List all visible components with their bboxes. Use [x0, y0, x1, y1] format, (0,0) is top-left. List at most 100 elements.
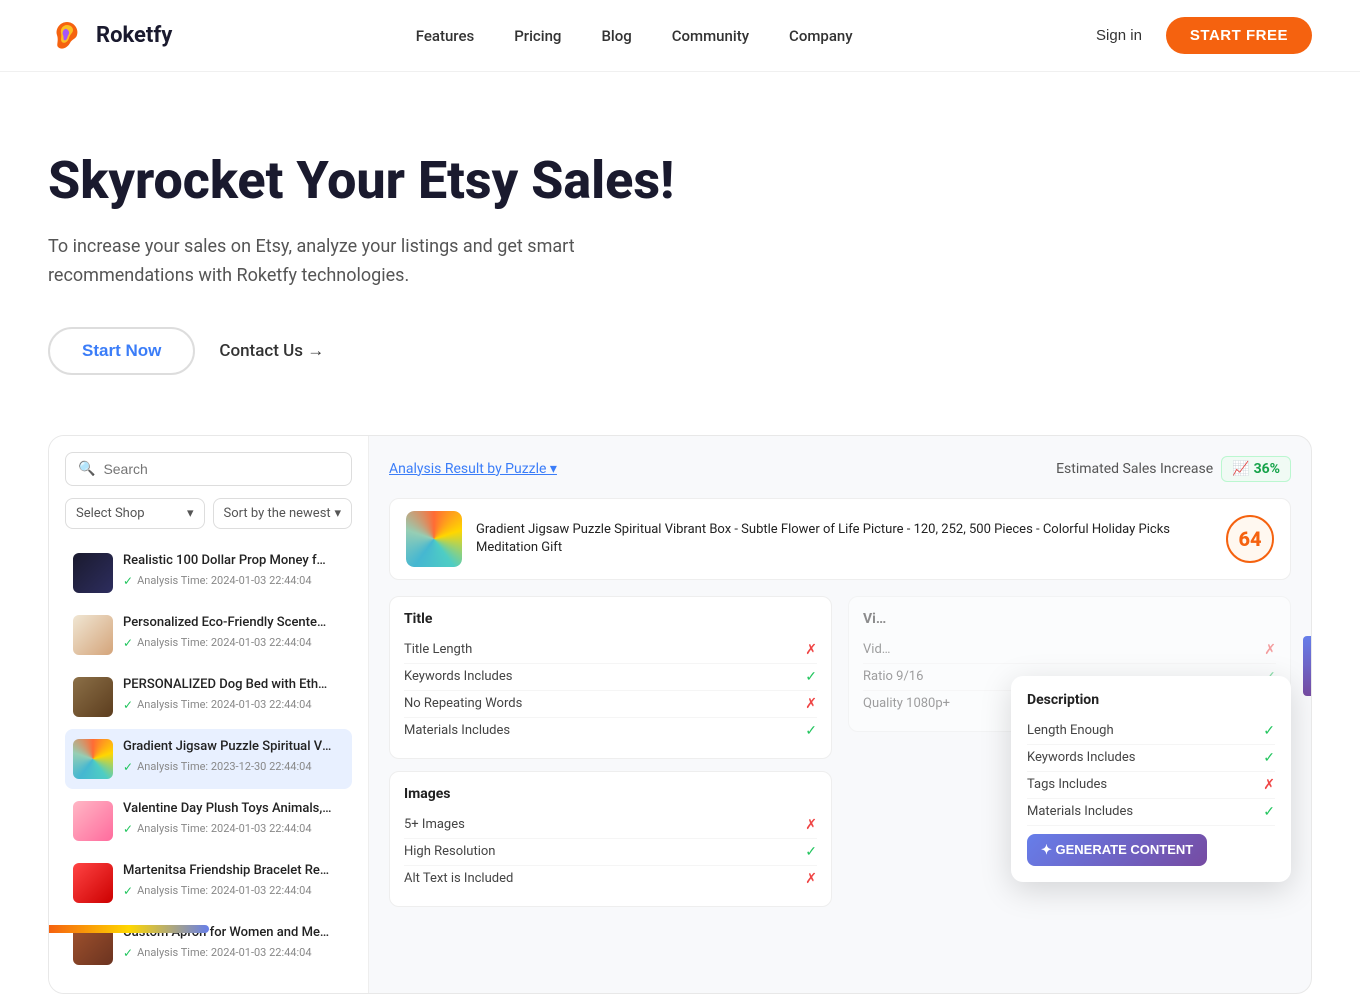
listing-title: Valentine Day Plush Toys Animals, Love T…	[123, 801, 333, 818]
desc-materials-row: Materials Includes ✓	[1027, 799, 1275, 826]
gradient-bar-right	[1303, 636, 1311, 696]
listing-title: Personalized Eco-Friendly Scented Candle…	[123, 615, 333, 632]
listing-info: PERSONALIZED Dog Bed with Ethnic Dog… ✓ …	[123, 677, 344, 712]
product-card: Gradient Jigsaw Puzzle Spiritual Vibrant…	[389, 498, 1291, 580]
navbar: Roketfy Features Pricing Blog Community …	[0, 0, 1360, 72]
hero-cta: Start Now Contact Us →	[48, 327, 712, 375]
listing-title: Martenitsa Friendship Bracelet Red White…	[123, 863, 333, 880]
listing-info: Martenitsa Friendship Bracelet Red White…	[123, 863, 344, 898]
keywords-includes-label: Keywords Includes	[404, 669, 512, 684]
start-now-button[interactable]: Start Now	[48, 327, 195, 375]
filter-row: Select Shop ▾ Sort by the newest ▾	[65, 498, 352, 529]
description-popup: Description Length Enough ✓ Keywords Inc…	[1011, 676, 1291, 882]
contact-us-link[interactable]: Contact Us →	[219, 341, 324, 361]
listing-item[interactable]: Valentine Day Plush Toys Animals, Love T…	[65, 791, 352, 851]
listing-time: ✓ Analysis Time: 2024-01-03 22:44:04	[123, 636, 344, 650]
listing-info: Realistic 100 Dollar Prop Money for Part…	[123, 553, 344, 588]
materials-includes-icon: ✓	[805, 723, 817, 739]
desc-keywords-icon: ✓	[1263, 750, 1275, 766]
search-input[interactable]	[103, 461, 339, 477]
product-title: Gradient Jigsaw Puzzle Spiritual Vibrant…	[476, 521, 1212, 557]
listing-title: Gradient Jigsaw Puzzle Spiritual Vibrant…	[123, 739, 333, 756]
dashboard-preview: 🔍 Select Shop ▾ Sort by the newest ▾ Rea…	[48, 435, 1312, 994]
high-resolution-row: High Resolution ✓	[404, 839, 817, 866]
desc-materials-icon: ✓	[1263, 804, 1275, 820]
listing-thumb	[73, 677, 113, 717]
check-icon: ✓	[123, 884, 133, 898]
title-length-row: Title Length ✗	[404, 637, 817, 664]
listing-item[interactable]: Personalized Eco-Friendly Scented Candle…	[65, 605, 352, 665]
alt-text-row: Alt Text is Included ✗	[404, 866, 817, 892]
listing-time: ✓ Analysis Time: 2024-01-03 22:44:04	[123, 946, 344, 960]
listing-thumb	[73, 615, 113, 655]
listing-title: Realistic 100 Dollar Prop Money for Part…	[123, 553, 333, 570]
analysis-header: Analysis Result by Puzzle ▾ Estimated Sa…	[389, 456, 1291, 482]
images-section-heading: Images	[404, 786, 817, 802]
listing-time: ✓ Analysis Time: 2024-01-03 22:44:04	[123, 698, 344, 712]
images-5plus-label: 5+ Images	[404, 817, 465, 832]
desc-length-label: Length Enough	[1027, 723, 1114, 738]
nav-features[interactable]: Features	[416, 27, 474, 45]
title-section-col: Title Title Length ✗ Keywords Includes ✓…	[389, 596, 832, 919]
chevron-down-icon: ▾	[187, 506, 194, 521]
materials-includes-label: Materials Includes	[404, 723, 510, 738]
nav-blog[interactable]: Blog	[601, 27, 631, 45]
select-shop-dropdown[interactable]: Select Shop ▾	[65, 498, 205, 529]
estimated-sales-label: Estimated Sales Increase	[1056, 461, 1213, 477]
listing-time: ✓ Analysis Time: 2024-01-03 22:44:04	[123, 822, 344, 836]
listing-time: ✓ Analysis Time: 2024-01-03 22:44:04	[123, 884, 344, 898]
listing-item[interactable]: PERSONALIZED Dog Bed with Ethnic Dog… ✓ …	[65, 667, 352, 727]
no-repeating-row: No Repeating Words ✗	[404, 691, 817, 718]
sign-in-button[interactable]: Sign in	[1096, 27, 1142, 44]
listing-item[interactable]: Martenitsa Friendship Bracelet Red White…	[65, 853, 352, 913]
listing-thumb	[73, 739, 113, 779]
product-thumb-gradient	[406, 511, 462, 567]
listing-time: ✓ Analysis Time: 2023-12-30 22:44:04	[123, 760, 344, 774]
by-puzzle-link[interactable]: by Puzzle ▾	[487, 461, 557, 477]
nav-actions: Sign in START FREE	[1096, 17, 1312, 54]
listing-thumb	[73, 863, 113, 903]
listing-time: ✓ Analysis Time: 2024-01-03 22:44:04	[123, 574, 344, 588]
keywords-includes-row: Keywords Includes ✓	[404, 664, 817, 691]
generate-content-button[interactable]: ✦ GENERATE CONTENT	[1027, 834, 1207, 866]
desc-tags-row: Tags Includes ✗	[1027, 772, 1275, 799]
listing-item[interactable]: Custom Apron for Women and Men… ✓ Analys…	[65, 915, 352, 975]
desc-keywords-label: Keywords Includes	[1027, 750, 1135, 765]
desc-length-icon: ✓	[1263, 723, 1275, 739]
listing-title: PERSONALIZED Dog Bed with Ethnic Dog…	[123, 677, 333, 694]
logo-icon	[48, 17, 86, 55]
listing-info: Valentine Day Plush Toys Animals, Love T…	[123, 801, 344, 836]
logo[interactable]: Roketfy	[48, 17, 172, 55]
no-repeating-icon: ✗	[805, 696, 817, 712]
hero-section: Skyrocket Your Etsy Sales! To increase y…	[0, 72, 760, 415]
nav-company[interactable]: Company	[789, 27, 853, 45]
materials-includes-row: Materials Includes ✓	[404, 718, 817, 744]
listing-info: Personalized Eco-Friendly Scented Candle…	[123, 615, 344, 650]
listing-item[interactable]: Gradient Jigsaw Puzzle Spiritual Vibrant…	[65, 729, 352, 789]
nav-pricing[interactable]: Pricing	[514, 27, 561, 45]
analysis-result-text: Analysis Result	[389, 461, 487, 477]
sort-dropdown[interactable]: Sort by the newest ▾	[213, 498, 353, 529]
keywords-includes-icon: ✓	[805, 669, 817, 685]
ratio-label: Ratio 9/16	[863, 669, 923, 684]
title-section-box: Title Title Length ✗ Keywords Includes ✓…	[389, 596, 832, 759]
images-5plus-icon: ✗	[805, 817, 817, 833]
video-row: Vid… ✗	[863, 637, 1276, 664]
select-shop-label: Select Shop	[76, 506, 145, 521]
title-section-heading: Title	[404, 611, 817, 627]
listing-thumb	[73, 553, 113, 593]
sales-increase: Estimated Sales Increase 📈 36%	[1056, 456, 1291, 482]
hero-subtitle: To increase your sales on Etsy, analyze …	[48, 233, 628, 291]
search-bar: 🔍	[65, 452, 352, 486]
nav-community[interactable]: Community	[672, 27, 749, 45]
hero-title: Skyrocket Your Etsy Sales!	[48, 152, 712, 209]
trending-up-icon: 📈	[1232, 461, 1249, 477]
listing-item[interactable]: Realistic 100 Dollar Prop Money for Part…	[65, 543, 352, 603]
desc-keywords-row: Keywords Includes ✓	[1027, 745, 1275, 772]
check-icon: ✓	[123, 760, 133, 774]
desc-tags-icon: ✗	[1263, 777, 1275, 793]
desc-materials-label: Materials Includes	[1027, 804, 1133, 819]
sort-label: Sort by the newest	[224, 506, 331, 521]
start-free-button[interactable]: START FREE	[1166, 17, 1312, 54]
high-resolution-icon: ✓	[805, 844, 817, 860]
